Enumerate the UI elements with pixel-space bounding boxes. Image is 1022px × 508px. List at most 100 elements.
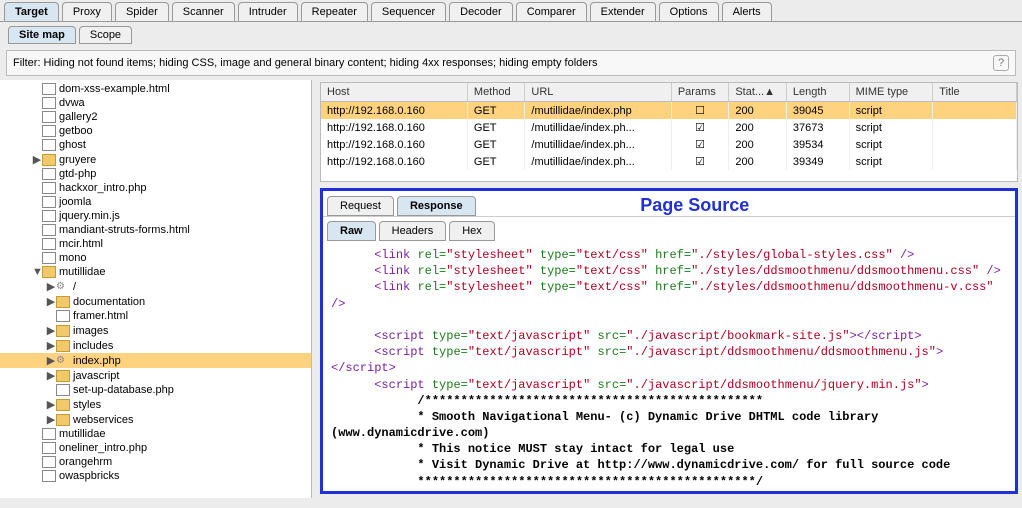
tree-label: images: [73, 325, 108, 337]
tree-item[interactable]: gtd-php: [0, 167, 311, 181]
tree-item[interactable]: ▶includes: [0, 338, 311, 353]
tree-label: gallery2: [59, 111, 98, 123]
tree-item[interactable]: dvwa: [0, 96, 311, 110]
cell: script: [849, 136, 933, 153]
tree-label: orangehrm: [59, 456, 112, 468]
request-table[interactable]: HostMethodURLParamsStat...▲LengthMIME ty…: [321, 83, 1017, 170]
tree-item[interactable]: getboo: [0, 124, 311, 138]
tree-arrow-icon[interactable]: ▶: [46, 354, 56, 367]
tree-arrow-icon[interactable]: ▶: [32, 153, 42, 166]
raw-tab-raw[interactable]: Raw: [327, 221, 376, 241]
tree-label: styles: [73, 399, 101, 411]
main-tab-alerts[interactable]: Alerts: [722, 2, 772, 21]
main-tab-proxy[interactable]: Proxy: [62, 2, 112, 21]
tree-label: set-up-database.php: [73, 384, 174, 396]
tree-item[interactable]: mono: [0, 251, 311, 265]
file-icon: [42, 442, 56, 454]
main-tab-options[interactable]: Options: [659, 2, 719, 21]
tree-item[interactable]: ▶ styles: [0, 397, 311, 412]
tree-item[interactable]: ▼mutillidae: [0, 265, 311, 279]
column-header[interactable]: Length: [786, 83, 849, 102]
cell: /mutillidae/index.php: [525, 102, 671, 120]
main-tab-intruder[interactable]: Intruder: [238, 2, 298, 21]
table-row[interactable]: http://192.168.0.160GET/mutillidae/index…: [321, 153, 1017, 170]
tree-arrow-icon[interactable]: ▶: [46, 280, 56, 293]
response-content[interactable]: <link rel="stylesheet" type="text/css" h…: [323, 241, 1015, 491]
folder-icon: [56, 399, 70, 411]
tree-arrow-icon[interactable]: ▼: [32, 266, 42, 278]
tree-arrow-icon[interactable]: ▶: [46, 369, 56, 382]
tree-label: ghost: [59, 139, 86, 151]
tree-arrow-icon[interactable]: ▶: [46, 324, 56, 337]
filter-bar[interactable]: Filter: Hiding not found items; hiding C…: [6, 50, 1016, 76]
filter-text: Filter: Hiding not found items; hiding C…: [13, 57, 598, 69]
tree-item[interactable]: ▶documentation: [0, 294, 311, 309]
tree-item[interactable]: ▶javascript: [0, 368, 311, 383]
table-row[interactable]: http://192.168.0.160GET/mutillidae/index…: [321, 119, 1017, 136]
cell: http://192.168.0.160: [321, 153, 467, 170]
tree-item[interactable]: ▶⚙/: [0, 279, 311, 294]
cell: 39045: [786, 102, 849, 120]
column-header[interactable]: Host: [321, 83, 467, 102]
raw-tab-hex[interactable]: Hex: [449, 221, 495, 241]
rr-tab-response[interactable]: Response: [397, 196, 476, 216]
table-row[interactable]: http://192.168.0.160GET/mutillidae/index…: [321, 136, 1017, 153]
tree-item[interactable]: gallery2: [0, 110, 311, 124]
main-tab-repeater[interactable]: Repeater: [301, 2, 368, 21]
gear-icon: ⚙: [56, 355, 70, 367]
tree-item[interactable]: owaspbricks: [0, 469, 311, 483]
sub-tab-site-map[interactable]: Site map: [8, 26, 76, 44]
column-header[interactable]: Stat...▲: [729, 83, 787, 102]
tree-item[interactable]: ▶⚙index.php: [0, 353, 311, 368]
tree-item[interactable]: mandiant-struts-forms.html: [0, 223, 311, 237]
tree-item[interactable]: set-up-database.php: [0, 383, 311, 397]
source-line: * This notice MUST stay intact for legal…: [331, 441, 1007, 457]
tree-item[interactable]: dom-xss-example.html: [0, 82, 311, 96]
table-row[interactable]: http://192.168.0.160GET/mutillidae/index…: [321, 102, 1017, 120]
tree-item[interactable]: ghost: [0, 138, 311, 152]
tree-arrow-icon[interactable]: ▶: [46, 339, 56, 352]
raw-tab-headers[interactable]: Headers: [379, 221, 447, 241]
column-header[interactable]: MIME type: [849, 83, 933, 102]
tree-item[interactable]: joomla: [0, 195, 311, 209]
main-tab-scanner[interactable]: Scanner: [172, 2, 235, 21]
main-tab-target[interactable]: Target: [4, 2, 59, 21]
column-header[interactable]: Method: [467, 83, 525, 102]
folder-icon: [56, 296, 70, 308]
main-tab-comparer[interactable]: Comparer: [516, 2, 587, 21]
tree-item[interactable]: ▶gruyere: [0, 152, 311, 167]
tree-item[interactable]: jquery.min.js: [0, 209, 311, 223]
site-tree[interactable]: dom-xss-example.htmldvwagallery2getboogh…: [0, 80, 312, 498]
column-header[interactable]: Title: [933, 83, 1017, 102]
tree-label: joomla: [59, 196, 91, 208]
tree-label: mono: [59, 252, 87, 264]
tree-item[interactable]: ▶webservices: [0, 412, 311, 427]
sub-tab-scope[interactable]: Scope: [79, 26, 132, 44]
folder-icon: [56, 340, 70, 352]
main-tab-extender[interactable]: Extender: [590, 2, 656, 21]
tree-item[interactable]: ▶ images: [0, 323, 311, 338]
tree-arrow-icon[interactable]: ▶: [46, 295, 56, 308]
tree-label: hackxor_intro.php: [59, 182, 146, 194]
tree-item[interactable]: hackxor_intro.php: [0, 181, 311, 195]
help-icon[interactable]: ?: [993, 55, 1009, 71]
tree-item[interactable]: mutillidae: [0, 427, 311, 441]
tree-arrow-icon[interactable]: ▶: [46, 413, 56, 426]
file-icon: [42, 182, 56, 194]
column-header[interactable]: URL: [525, 83, 671, 102]
tree-item[interactable]: framer.html: [0, 309, 311, 323]
tree-arrow-icon[interactable]: ▶: [46, 398, 56, 411]
tree-item[interactable]: mcir.html: [0, 237, 311, 251]
sub-tabs: Site mapScope: [0, 22, 1022, 46]
tree-item[interactable]: orangehrm: [0, 455, 311, 469]
folder-icon: [56, 370, 70, 382]
rr-tab-request[interactable]: Request: [327, 196, 394, 216]
column-header[interactable]: Params: [671, 83, 729, 102]
cell: GET: [467, 102, 525, 120]
main-tab-spider[interactable]: Spider: [115, 2, 169, 21]
tree-item[interactable]: oneliner_intro.php: [0, 441, 311, 455]
tree-label: mandiant-struts-forms.html: [59, 224, 190, 236]
folder-icon: [56, 325, 70, 337]
main-tab-decoder[interactable]: Decoder: [449, 2, 513, 21]
main-tab-sequencer[interactable]: Sequencer: [371, 2, 446, 21]
